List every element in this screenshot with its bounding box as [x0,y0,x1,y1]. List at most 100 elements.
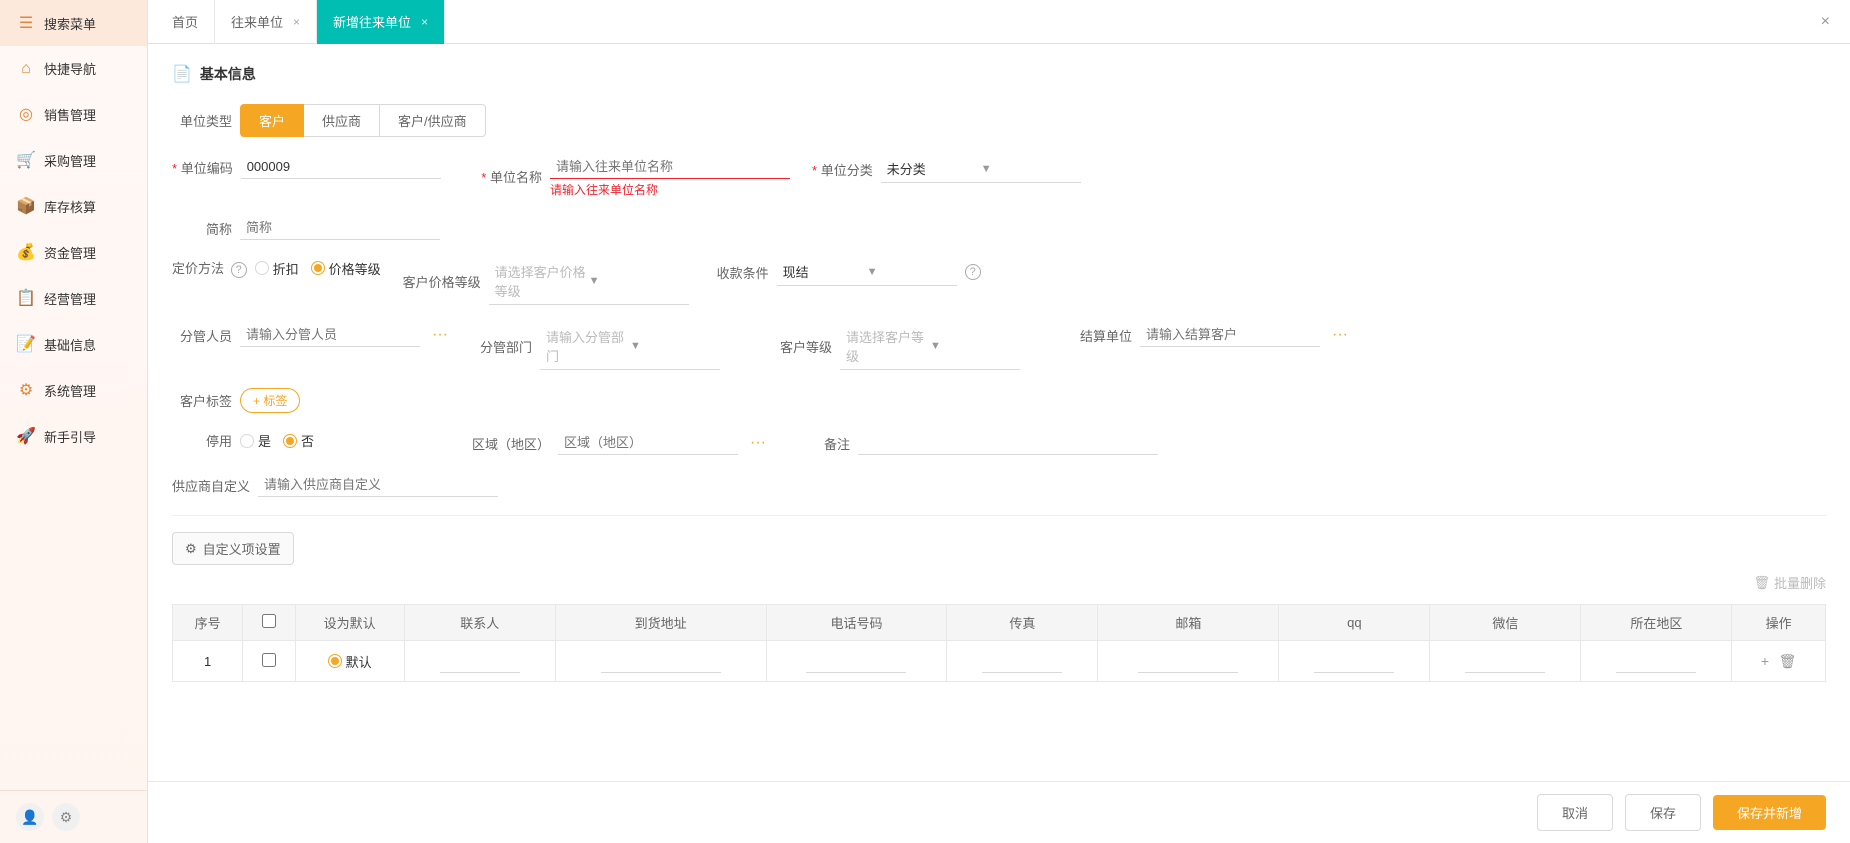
delete-row-btn[interactable]: 🗑 [1776,653,1800,669]
row-checkbox[interactable] [262,653,276,667]
unit-code-input[interactable] [241,155,441,179]
cell-contact [404,641,555,682]
col-actions: 操作 [1732,605,1826,641]
sidebar-item-label: 基础信息 [44,335,96,354]
sales-icon: ◎ [16,104,36,124]
batch-delete-button[interactable]: 🗑 批量删除 [1753,573,1826,592]
tab-home[interactable]: 首页 [156,0,215,44]
settings-icon[interactable]: ⚙ [52,803,80,831]
tab-close-all[interactable]: × [1809,13,1842,31]
level-radio[interactable] [311,261,325,275]
sidebar-item-label: 采购管理 [44,151,96,170]
disabled-radio-group: 是 否 [240,431,314,450]
pricing-help-icon[interactable]: ? [231,262,247,278]
supervisor-label: 分管人员 [172,326,232,345]
customer-level-select[interactable]: 请选择客户等级 ▼ [840,323,1020,370]
dept-chevron: ▼ [630,340,714,352]
region-input[interactable] [558,431,738,455]
type-btn-both[interactable]: 客户/供应商 [380,104,486,137]
qq-input[interactable] [1314,649,1394,673]
custom-settings-area: ⚙ 自定义项设置 [172,532,1826,565]
sidebar-item-guide[interactable]: 🚀 新手引导 [0,413,147,459]
row-default-radio[interactable]: 默认 [306,652,394,671]
remark-field: 备注 [790,431,1158,455]
disabled-no[interactable]: 否 [283,431,314,450]
type-btn-supplier[interactable]: 供应商 [304,104,380,137]
contact-input[interactable] [440,649,520,673]
gear-icon: ⚙ [185,541,197,557]
sidebar-item-quicknav[interactable]: ⌂ 快捷导航 [0,46,147,91]
sysmgmt-icon: ⚙ [16,380,36,400]
settlement-input[interactable] [1140,323,1320,347]
abbr-row: 简称 [172,216,1826,240]
cancel-button[interactable]: 取消 [1537,794,1613,831]
payment-label: 收款条件 [709,263,769,282]
disabled-yes-radio[interactable] [240,434,254,448]
sidebar-item-sysmgmt[interactable]: ⚙ 系统管理 [0,367,147,413]
col-contact: 联系人 [404,605,555,641]
add-row-btn[interactable]: + [1758,653,1772,669]
sidebar-item-purchase[interactable]: 🛒 采购管理 [0,137,147,183]
email-input[interactable] [1138,649,1238,673]
select-all-checkbox[interactable] [262,614,276,628]
disabled-yes[interactable]: 是 [240,431,271,450]
address-input[interactable] [601,649,721,673]
customer-price-select[interactable]: 请选择客户价格等级 ▼ [489,258,689,305]
unit-name-input[interactable] [550,155,790,179]
save-new-button[interactable]: 保存并新增 [1713,795,1826,830]
tab-partners[interactable]: 往来单位 × [215,0,317,44]
customer-price-chevron: ▼ [589,275,683,287]
col-phone: 电话号码 [766,605,947,641]
tab-new-partner[interactable]: 新增往来单位 × [317,0,445,44]
sidebar-item-basicinfo[interactable]: 📝 基础信息 [0,321,147,367]
pricing-option-discount[interactable]: 折扣 [255,259,299,278]
custom-settings-button[interactable]: ⚙ 自定义项设置 [172,532,294,565]
supervisor-more-btn[interactable]: ··· [428,326,452,344]
sidebar-item-label: 经营管理 [44,289,96,308]
type-btn-customer[interactable]: 客户 [240,104,304,137]
tab-new-partner-close[interactable]: × [421,15,428,29]
tag-row: 客户标签 + 标签 [172,388,1826,413]
pricing-row: 定价方法 ? 折扣 价格等级 客户价格等级 请选择客户价 [172,258,1826,305]
fax-input[interactable] [982,649,1062,673]
table-region-input[interactable] [1616,649,1696,673]
settlement-more-btn[interactable]: ··· [1328,326,1352,344]
default-radio-dot[interactable] [328,654,342,668]
disabled-field: 停用 是 否 [172,431,452,450]
supplier-custom-label: 供应商自定义 [172,476,250,495]
region-more-btn[interactable]: ··· [746,434,770,452]
col-wechat: 微信 [1430,605,1581,641]
unit-name-field: * 单位名称 请输入往来单位名称 [472,155,792,198]
region-field: 区域（地区） ··· [472,431,770,455]
remark-input[interactable] [858,431,1158,455]
wechat-input[interactable] [1465,649,1545,673]
sidebar-item-search[interactable]: ☰ 搜索菜单 [0,0,147,46]
cell-phone [766,641,947,682]
section-header: 📄 基本信息 [172,64,1826,84]
sidebar-item-operations[interactable]: 📋 经营管理 [0,275,147,321]
payment-help-icon[interactable]: ? [965,264,981,280]
dept-placeholder: 请输入分管部门 [546,327,630,365]
discount-radio[interactable] [255,261,269,275]
sidebar-item-label: 新手引导 [44,427,96,446]
sidebar-item-inventory[interactable]: 📦 库存核算 [0,183,147,229]
abbr-input[interactable] [240,216,440,240]
add-tag-button[interactable]: + 标签 [240,388,300,413]
pricing-option-level[interactable]: 价格等级 [311,259,381,278]
sidebar-item-finance[interactable]: 💰 资金管理 [0,229,147,275]
dept-select[interactable]: 请输入分管部门 ▼ [540,323,720,370]
col-seq: 序号 [173,605,243,641]
pricing-label: 定价方法 ? [172,258,247,278]
sidebar-item-sales[interactable]: ◎ 销售管理 [0,91,147,137]
phone-input[interactable] [806,649,906,673]
tab-partners-close[interactable]: × [293,15,300,29]
user-avatar[interactable]: 👤 [16,803,44,831]
supervisor-input[interactable] [240,323,420,347]
payment-select[interactable]: 现结 ▼ [777,258,957,286]
disabled-no-radio[interactable] [283,434,297,448]
supplier-custom-input[interactable] [258,473,498,497]
unit-category-select[interactable]: 未分类 ▼ [881,155,1081,183]
col-default: 设为默认 [295,605,404,641]
sidebar-item-label: 快捷导航 [44,59,96,78]
save-button[interactable]: 保存 [1625,794,1701,831]
